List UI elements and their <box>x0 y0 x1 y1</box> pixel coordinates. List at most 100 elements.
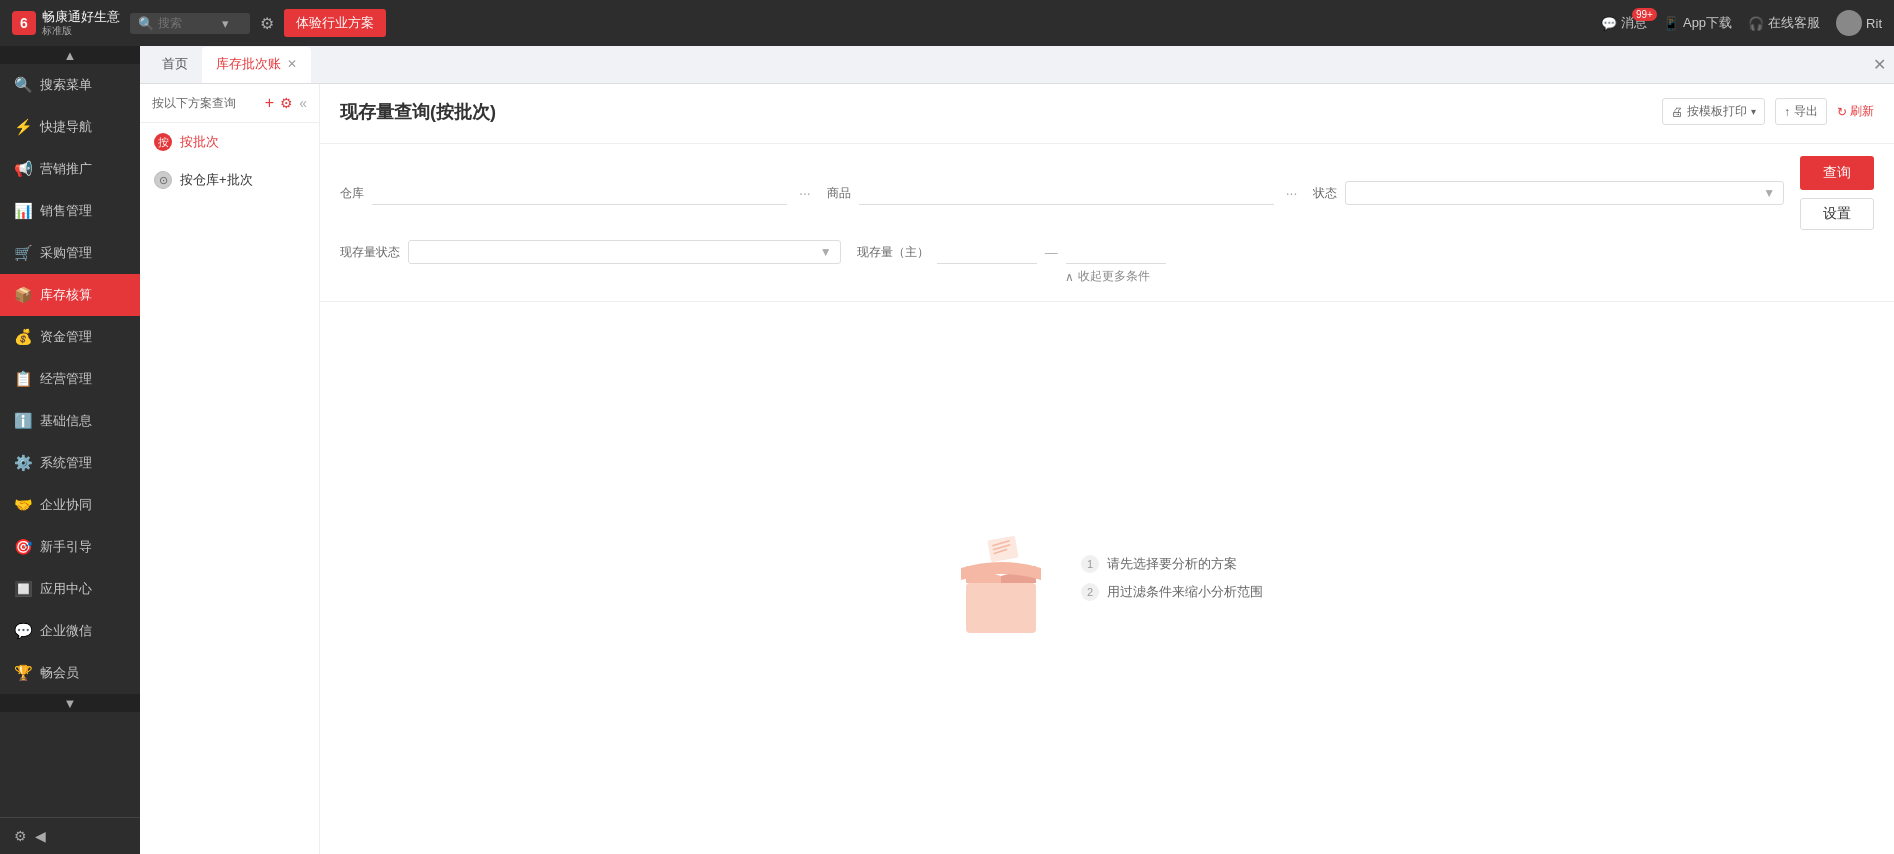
sidebar-item-marketing[interactable]: 📢 营销推广 <box>0 148 140 190</box>
headset-icon: 🎧 <box>1748 16 1764 31</box>
tab-inventory-batch[interactable]: 库存批次账 ✕ <box>202 47 311 83</box>
product-input[interactable] <box>859 181 1274 205</box>
enterprise-icon: 🤝 <box>14 496 32 514</box>
empty-svg-icon <box>951 528 1051 638</box>
sidebar-item-wechat[interactable]: 💬 企业微信 <box>0 610 140 652</box>
inventory-status-dropdown-icon: ▼ <box>820 245 832 259</box>
sidebar-item-label: 经营管理 <box>40 370 92 388</box>
purchase-icon: 🛒 <box>14 244 32 262</box>
sidebar-item-label: 系统管理 <box>40 454 92 472</box>
sidebar-item-label: 营销推广 <box>40 160 92 178</box>
settings-icon[interactable]: ⚙ <box>260 14 274 33</box>
main-body: 1 请先选择要分析的方案 2 用过滤条件来缩小分析范围 <box>320 302 1894 854</box>
filter-inventory-status: 现存量状态 ▼ <box>340 240 841 264</box>
hint-text-2: 用过滤条件来缩小分析范围 <box>1107 583 1263 601</box>
sidebar-item-finance[interactable]: 💰 资金管理 <box>0 316 140 358</box>
sidebar-item-label: 快捷导航 <box>40 118 92 136</box>
sidebar-item-system[interactable]: ⚙️ 系统管理 <box>0 442 140 484</box>
quick-nav-icon: ⚡ <box>14 118 32 136</box>
sidebar-item-label: 应用中心 <box>40 580 92 598</box>
sidebar-item-quick-nav[interactable]: ⚡ 快捷导航 <box>0 106 140 148</box>
system-icon: ⚙️ <box>14 454 32 472</box>
plan-label-batch: 按批次 <box>180 133 219 151</box>
content-area: 首页 库存批次账 ✕ ✕ 按以下方案查询 + ⚙ « <box>140 46 1894 854</box>
page-content: 按以下方案查询 + ⚙ « 按 按批次 ⊙ 按仓库+批次 <box>140 84 1894 854</box>
refresh-label: 刷新 <box>1850 103 1874 120</box>
sidebar: ▲ 🔍 搜索菜单 ⚡ 快捷导航 📢 营销推广 📊 销售管理 🛒 采购管理 📦 库… <box>0 46 140 854</box>
filter-section: 仓库 ··· 商品 ··· 状态 <box>320 144 1894 302</box>
user-item[interactable]: Rit <box>1836 10 1882 36</box>
plan-icon-batch: 按 <box>154 133 172 151</box>
tab-home[interactable]: 首页 <box>148 47 202 83</box>
wechat-icon: 💬 <box>14 622 32 640</box>
inventory-icon: 📦 <box>14 286 32 304</box>
empty-state: 1 请先选择要分析的方案 2 用过滤条件来缩小分析范围 <box>951 528 1263 628</box>
status-select[interactable]: ▼ <box>1345 181 1784 205</box>
sidebar-item-enterprise[interactable]: 🤝 企业协同 <box>0 484 140 526</box>
sidebar-item-label: 销售管理 <box>40 202 92 220</box>
sidebar-item-operations[interactable]: 📋 经营管理 <box>0 358 140 400</box>
sidebar-item-basic-info[interactable]: ℹ️ 基础信息 <box>0 400 140 442</box>
export-label: 导出 <box>1794 103 1818 120</box>
refresh-btn[interactable]: ↻ 刷新 <box>1837 103 1874 120</box>
inventory-amount-to[interactable] <box>1066 240 1166 264</box>
query-button[interactable]: 查询 <box>1800 156 1874 190</box>
avatar <box>1836 10 1862 36</box>
sidebar-item-label: 库存核算 <box>40 286 92 304</box>
sidebar-item-inventory[interactable]: 📦 库存核算 <box>0 274 140 316</box>
experience-btn[interactable]: 体验行业方案 <box>284 9 386 37</box>
search-box[interactable]: 🔍 ▾ <box>130 13 250 34</box>
plan-item-batch[interactable]: 按 按批次 <box>140 123 319 161</box>
app-download-item[interactable]: 📱 App下载 <box>1663 14 1732 32</box>
panel-close-icon[interactable]: ✕ <box>1873 55 1886 74</box>
sidebar-item-newbie[interactable]: 🎯 新手引导 <box>0 526 140 568</box>
top-nav: 6 畅康通好生意 标准版 🔍 ▾ ⚙ 体验行业方案 💬 消息 99+ 📱 App… <box>0 0 1894 46</box>
dropdown-arrow-icon[interactable]: ▾ <box>222 16 229 31</box>
export-btn[interactable]: ↑ 导出 <box>1775 98 1827 125</box>
plan-settings-icon[interactable]: ⚙ <box>280 95 293 111</box>
warehouse-dots[interactable]: ··· <box>799 185 811 201</box>
message-item[interactable]: 💬 消息 99+ <box>1601 14 1647 32</box>
inventory-status-select[interactable]: ▼ <box>408 240 841 264</box>
warehouse-label: 仓库 <box>340 185 364 202</box>
collapse-more-btn[interactable]: ∧ 收起更多条件 <box>340 264 1874 289</box>
svg-rect-1 <box>987 536 1018 563</box>
search-input[interactable] <box>158 16 218 30</box>
left-panel-collapse-icon[interactable]: « <box>299 95 307 111</box>
sidebar-item-app-center[interactable]: 🔲 应用中心 <box>0 568 140 610</box>
left-panel-header: 按以下方案查询 + ⚙ « <box>140 84 319 123</box>
refresh-icon: ↻ <box>1837 105 1847 119</box>
plan-item-warehouse-batch[interactable]: ⊙ 按仓库+批次 <box>140 161 319 199</box>
tab-close-icon[interactable]: ✕ <box>287 57 297 71</box>
sidebar-settings-icon[interactable]: ⚙ <box>14 828 27 844</box>
sidebar-item-purchase[interactable]: 🛒 采购管理 <box>0 232 140 274</box>
product-dots[interactable]: ··· <box>1286 185 1298 201</box>
online-service-item[interactable]: 🎧 在线客服 <box>1748 14 1820 32</box>
app-download-label: App下载 <box>1683 14 1732 32</box>
print-btn[interactable]: 🖨 按模板打印 ▾ <box>1662 98 1765 125</box>
svg-rect-0 <box>966 583 1036 633</box>
sidebar-item-sales[interactable]: 📊 销售管理 <box>0 190 140 232</box>
sidebar-item-member[interactable]: 🏆 畅会员 <box>0 652 140 694</box>
settings-button[interactable]: 设置 <box>1800 198 1874 230</box>
brand-logo: 6 <box>12 11 36 35</box>
top-nav-left: 6 畅康通好生意 标准版 🔍 ▾ ⚙ 体验行业方案 <box>12 9 386 37</box>
add-plan-icon[interactable]: + <box>265 94 274 112</box>
finance-icon: 💰 <box>14 328 32 346</box>
tab-home-label: 首页 <box>162 55 188 73</box>
sidebar-item-label: 搜索菜单 <box>40 76 92 94</box>
warehouse-input[interactable] <box>372 181 787 205</box>
member-icon: 🏆 <box>14 664 32 682</box>
sidebar-scroll-up[interactable]: ▲ <box>0 46 140 64</box>
sidebar-item-label: 企业微信 <box>40 622 92 640</box>
print-dropdown-icon[interactable]: ▾ <box>1751 106 1756 117</box>
product-label: 商品 <box>827 185 851 202</box>
hint-num-2: 2 <box>1081 583 1099 601</box>
main-layout: ▲ 🔍 搜索菜单 ⚡ 快捷导航 📢 营销推广 📊 销售管理 🛒 采购管理 📦 库… <box>0 46 1894 854</box>
sidebar-scroll-down[interactable]: ▼ <box>0 694 140 712</box>
search-icon: 🔍 <box>138 16 154 31</box>
sidebar-item-search[interactable]: 🔍 搜索菜单 <box>0 64 140 106</box>
inventory-amount-from[interactable] <box>937 240 1037 264</box>
sidebar-collapse-icon[interactable]: ◀ <box>35 828 46 844</box>
search-menu-icon: 🔍 <box>14 76 32 94</box>
